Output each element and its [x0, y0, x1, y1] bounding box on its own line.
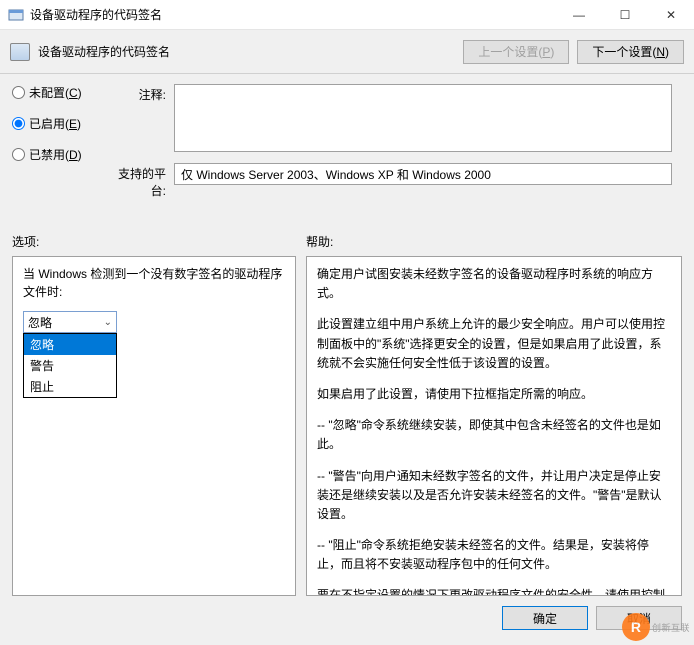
combo-item-warn[interactable]: 警告: [24, 355, 116, 376]
help-p4: -- "忽略"命令系统继续安装，即使其中包含未经签名的文件也是如此。: [317, 416, 671, 454]
help-p5: -- "警告"向用户通知未经数字签名的文件，并让用户决定是停止安装还是继续安装以…: [317, 467, 671, 525]
dialog-button-row: 确定 取消: [0, 596, 694, 640]
help-section-label: 帮助:: [306, 233, 333, 250]
combo-item-block[interactable]: 阻止: [24, 376, 116, 397]
close-button[interactable]: ✕: [648, 0, 694, 30]
previous-setting-button[interactable]: 上一个设置(P): [463, 40, 569, 64]
options-prompt: 当 Windows 检测到一个没有数字签名的驱动程序文件时:: [23, 265, 285, 301]
radio-not-configured-input[interactable]: [12, 86, 25, 99]
comment-textarea[interactable]: [174, 84, 672, 152]
comment-label: 注释:: [108, 84, 174, 155]
platform-field: [174, 163, 672, 185]
minimize-button[interactable]: —: [556, 0, 602, 30]
window-title: 设备驱动程序的代码签名: [30, 6, 556, 23]
policy-icon: [10, 43, 30, 61]
combo-item-ignore[interactable]: 忽略: [24, 334, 116, 355]
title-bar: 设备驱动程序的代码签名 — ☐ ✕: [0, 0, 694, 30]
radio-enabled-input[interactable]: [12, 117, 25, 130]
platform-label: 支持的平台:: [108, 163, 174, 199]
radio-not-configured-label: 未配置(C): [29, 84, 82, 101]
help-p7: 要在不指定设置的情况下更改驱动程序文件的安全性，请使用控制面板中的"系统"。右键…: [317, 586, 671, 596]
next-setting-button[interactable]: 下一个设置(N): [577, 40, 684, 64]
options-section-label: 选项:: [12, 233, 306, 250]
help-p1: 确定用户试图安装未经数字签名的设备驱动程序时系统的响应方式。: [317, 265, 671, 303]
radio-disabled[interactable]: 已禁用(D): [12, 146, 96, 163]
help-p2: 此设置建立组中用户系统上允许的最少安全响应。用户可以使用控制面板中的"系统"选择…: [317, 315, 671, 373]
radio-enabled[interactable]: 已启用(E): [12, 115, 96, 132]
app-icon: [8, 7, 24, 23]
header-row: 设备驱动程序的代码签名 上一个设置(P) 下一个设置(N): [0, 30, 694, 74]
radio-disabled-input[interactable]: [12, 148, 25, 161]
help-p6: -- "阻止"命令系统拒绝安装未经签名的文件。结果是，安装将停止，而且将不安装驱…: [317, 536, 671, 574]
policy-title: 设备驱动程序的代码签名: [38, 43, 455, 60]
radio-disabled-label: 已禁用(D): [29, 146, 82, 163]
combo-selected-value: 忽略: [28, 314, 52, 331]
radio-not-configured[interactable]: 未配置(C): [12, 84, 96, 101]
help-panel: 确定用户试图安装未经数字签名的设备驱动程序时系统的响应方式。 此设置建立组中用户…: [306, 256, 682, 596]
radio-enabled-label: 已启用(E): [29, 115, 81, 132]
maximize-button[interactable]: ☐: [602, 0, 648, 30]
ok-button[interactable]: 确定: [502, 606, 588, 630]
cancel-button[interactable]: 取消: [596, 606, 682, 630]
chevron-down-icon: ⌄: [104, 317, 112, 328]
driver-signing-combo[interactable]: 忽略 ⌄: [23, 311, 117, 333]
radio-group: 未配置(C) 已启用(E) 已禁用(D): [12, 84, 96, 207]
help-p3: 如果启用了此设置，请使用下拉框指定所需的响应。: [317, 385, 671, 404]
options-panel: 当 Windows 检测到一个没有数字签名的驱动程序文件时: 忽略 ⌄ 忽略 警…: [12, 256, 296, 596]
combo-dropdown-list: 忽略 警告 阻止: [23, 333, 117, 398]
